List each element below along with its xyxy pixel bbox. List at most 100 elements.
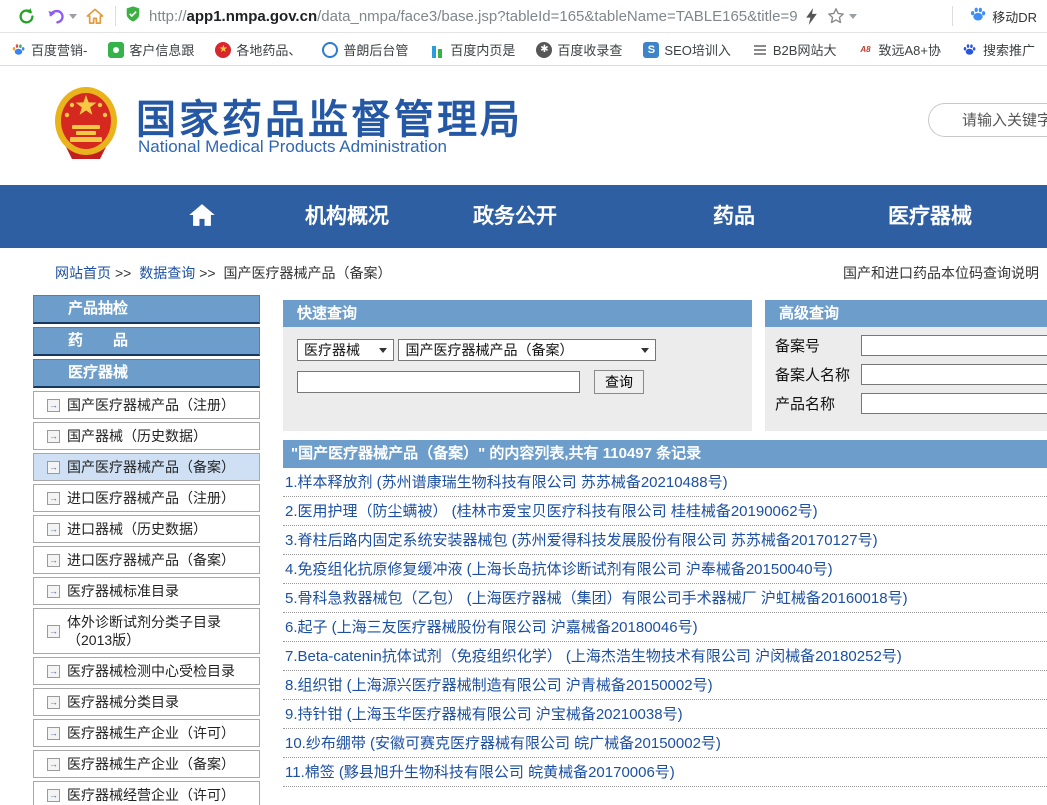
results-header: "国产医疗器械产品（备案）" 的内容列表,共有 110497 条记录 bbox=[283, 440, 1047, 468]
emblem-favicon: ★ bbox=[215, 42, 231, 58]
query-button[interactable]: 查询 bbox=[594, 370, 644, 394]
item-bullet-icon bbox=[47, 585, 60, 598]
breadcrumb-separator: >> bbox=[199, 265, 215, 281]
sidebar-item-domestic-registered[interactable]: 国产医疗器械产品（注册） bbox=[33, 391, 260, 419]
bookmark-b2b-sites[interactable]: B2B网站大 bbox=[752, 40, 837, 59]
profile-label: 移动DR bbox=[992, 7, 1037, 26]
item-bullet-icon bbox=[47, 789, 60, 802]
bookmark-pulang-admin[interactable]: 普朗后台管 bbox=[322, 40, 408, 59]
sidebar-item-manufacturer-licensed[interactable]: 医疗器械生产企业（许可） bbox=[33, 719, 260, 747]
main-nav: 机构概况 政务公开 药品 医疗器械 bbox=[0, 185, 1047, 248]
url-text: http://app1.nmpa.gov.cn/data_nmpa/face3/… bbox=[149, 8, 798, 25]
sidebar-item-label: 国产医疗器械产品（备案） bbox=[67, 458, 235, 476]
sidebar-item-label: 医疗器械分类目录 bbox=[67, 693, 179, 711]
secure-shield-icon bbox=[124, 5, 142, 28]
breadcrumb-bar: 网站首页>> 数据查询>> 国产医疗器械产品（备案） 国产和进口药品本位码查询说… bbox=[0, 248, 1047, 293]
nav-item-drugs[interactable]: 药品 bbox=[713, 185, 755, 248]
bookmarks-bar: 百度营销- 客户信息跟 ★ 各地药品、 普朗后台管 百度内页是 ✱ 百度收录查 … bbox=[0, 34, 1047, 66]
sidebar-item-standards-catalog[interactable]: 医疗器械标准目录 bbox=[33, 577, 260, 605]
filing-number-input[interactable] bbox=[861, 335, 1047, 356]
filer-name-label: 备案人名称 bbox=[775, 364, 861, 385]
sidebar-item-domestic-history[interactable]: 国产器械（历史数据） bbox=[33, 422, 260, 450]
result-link[interactable]: 5.骨科急救器械包（乙包） (上海医疗器械（集团）有限公司手术器械厂 沪虹械备2… bbox=[283, 584, 1047, 613]
sidebar-item-dealer-licensed[interactable]: 医疗器械经营企业（许可） bbox=[33, 781, 260, 805]
bookmark-baidu-pages[interactable]: 百度内页是 bbox=[429, 40, 515, 59]
sidebar-header-product-sampling[interactable]: 产品抽检 bbox=[33, 295, 260, 324]
filer-name-input[interactable] bbox=[861, 364, 1047, 385]
bookmark-label: 各地药品、 bbox=[236, 40, 301, 59]
bookmark-zhiyuan-a8[interactable]: A8 致远A8+协 bbox=[857, 40, 941, 59]
sidebar-item-label: 国产器械（历史数据） bbox=[67, 427, 207, 445]
result-link[interactable]: 11.棉签 (黟县旭升生物科技有限公司 皖黄械备20170006号) bbox=[283, 758, 1047, 787]
back-menu-caret-icon[interactable] bbox=[69, 14, 77, 19]
bookmark-regional-drugs[interactable]: ★ 各地药品、 bbox=[215, 40, 301, 59]
nav-item-org-overview[interactable]: 机构概况 bbox=[305, 185, 389, 248]
baidu-index-favicon: ✱ bbox=[536, 42, 552, 58]
item-bullet-icon bbox=[47, 399, 60, 412]
bookmark-baidu-marketing[interactable]: 百度营销- bbox=[10, 40, 87, 59]
sidebar-item-classification-catalog[interactable]: 医疗器械分类目录 bbox=[33, 688, 260, 716]
item-bullet-icon bbox=[47, 492, 60, 505]
lightning-extension-icon[interactable] bbox=[800, 4, 824, 28]
back-icon[interactable] bbox=[44, 4, 68, 28]
browser-toolbar: http://app1.nmpa.gov.cn/data_nmpa/face3/… bbox=[0, 0, 1047, 33]
unit-code-help-link[interactable]: 国产和进口药品本位码查询说明 bbox=[843, 263, 1039, 283]
breadcrumb-data-query-link[interactable]: 数据查询 bbox=[139, 265, 195, 281]
sidebar-item-label: 医疗器械检测中心受检目录 bbox=[67, 662, 235, 680]
bookmark-label: 搜索推广 bbox=[983, 40, 1035, 59]
table-select[interactable]: 国产医疗器械产品（备案） bbox=[398, 339, 656, 361]
result-link[interactable]: 9.持针钳 (上海玉华医疗器械有限公司 沪宝械备20210038号) bbox=[283, 700, 1047, 729]
sidebar-item-ivd-subcatalog[interactable]: 体外诊断试剂分类子目录 （2013版） bbox=[33, 608, 260, 654]
star-menu-caret-icon[interactable] bbox=[849, 14, 857, 19]
result-link[interactable]: 8.组织钳 (上海源兴医疗器械制造有限公司 沪青械备20150002号) bbox=[283, 671, 1047, 700]
sidebar-header-medical-device[interactable]: 医疗器械 bbox=[33, 359, 260, 388]
bookmark-label: SEO培训入 bbox=[664, 40, 730, 59]
sidebar-item-import-history[interactable]: 进口器械（历史数据） bbox=[33, 515, 260, 543]
sidebar-item-manufacturer-filed[interactable]: 医疗器械生产企业（备案） bbox=[33, 750, 260, 778]
bookmark-label: 致远A8+协 bbox=[878, 40, 941, 59]
sidebar-item-testing-center-catalog[interactable]: 医疗器械检测中心受检目录 bbox=[33, 657, 260, 685]
result-link[interactable]: 7.Beta-catenin抗体试剂（免疫组织化学） (上海杰浩生物技术有限公司… bbox=[283, 642, 1047, 671]
nav-home-icon[interactable] bbox=[188, 202, 216, 233]
bookmark-baidu-index[interactable]: ✱ 百度收录查 bbox=[536, 40, 622, 59]
breadcrumb-separator: >> bbox=[115, 265, 131, 281]
seo-favicon: S bbox=[643, 42, 659, 58]
sidebar-item-import-registered[interactable]: 进口医疗器械产品（注册） bbox=[33, 484, 260, 512]
bookmark-label: 百度内页是 bbox=[450, 40, 515, 59]
bookmark-seo-training[interactable]: S SEO培训入 bbox=[643, 40, 730, 59]
sidebar-header-drug[interactable]: 药 品 bbox=[33, 327, 260, 356]
bookmark-customer-info[interactable]: 客户信息跟 bbox=[108, 40, 194, 59]
result-link[interactable]: 6.起子 (上海三友医疗器械股份有限公司 沪嘉械备20180046号) bbox=[283, 613, 1047, 642]
bookmark-star-icon[interactable] bbox=[824, 4, 848, 28]
toolbar-divider bbox=[952, 6, 953, 26]
address-bar[interactable]: http://app1.nmpa.gov.cn/data_nmpa/face3/… bbox=[124, 4, 944, 28]
breadcrumb-home-link[interactable]: 网站首页 bbox=[55, 265, 111, 281]
page: http://app1.nmpa.gov.cn/data_nmpa/face3/… bbox=[0, 0, 1047, 805]
sidebar-item-import-filed[interactable]: 进口医疗器械产品（备案） bbox=[33, 546, 260, 574]
home-icon[interactable] bbox=[83, 4, 107, 28]
bookmark-label: 百度营销- bbox=[31, 40, 87, 59]
result-link[interactable]: 2.医用护理（防尘螨被） (桂林市爱宝贝医疗科技有限公司 桂桂械备2019006… bbox=[283, 497, 1047, 526]
item-bullet-icon bbox=[47, 758, 60, 771]
site-search-input[interactable] bbox=[928, 103, 1047, 137]
result-link[interactable]: 1.样本释放剂 (苏州谱康瑞生物科技有限公司 苏苏械备20210488号) bbox=[283, 468, 1047, 497]
result-link[interactable]: 3.脊柱后路内固定系统安装器械包 (苏州爱得科技发展股份有限公司 苏苏械备201… bbox=[283, 526, 1047, 555]
keyword-input[interactable] bbox=[297, 371, 580, 393]
item-bullet-icon bbox=[47, 696, 60, 709]
sidebar: 产品抽检 药 品 医疗器械 国产医疗器械产品（注册） 国产器械（历史数据） 国产… bbox=[33, 295, 260, 805]
profile-area[interactable]: 移动DR bbox=[969, 5, 1037, 28]
product-name-input[interactable] bbox=[861, 393, 1047, 414]
nav-item-gov-affairs[interactable]: 政务公开 bbox=[473, 185, 557, 248]
refresh-icon[interactable] bbox=[14, 4, 38, 28]
sidebar-item-label: 进口医疗器械产品（注册） bbox=[67, 489, 235, 507]
result-link[interactable]: 10.纱布绷带 (安徽可赛克医疗器械有限公司 皖广械备20150002号) bbox=[283, 729, 1047, 758]
sidebar-item-label: 医疗器械生产企业（许可） bbox=[67, 724, 235, 742]
sidebar-item-domestic-filed[interactable]: 国产医疗器械产品（备案） bbox=[33, 453, 260, 481]
sidebar-item-label: 体外诊断试剂分类子目录 （2013版） bbox=[67, 613, 255, 649]
nav-item-medical-devices[interactable]: 医疗器械 bbox=[888, 185, 972, 248]
item-bullet-icon bbox=[47, 461, 60, 474]
category-select[interactable]: 医疗器械 bbox=[297, 339, 394, 361]
bookmark-search-promotion[interactable]: 搜索推广 bbox=[962, 40, 1035, 59]
result-link[interactable]: 4.免疫组化抗原修复缓冲液 (上海长岛抗体诊断试剂有限公司 沪奉械备201500… bbox=[283, 555, 1047, 584]
category-select-value: 医疗器械 bbox=[304, 340, 360, 360]
